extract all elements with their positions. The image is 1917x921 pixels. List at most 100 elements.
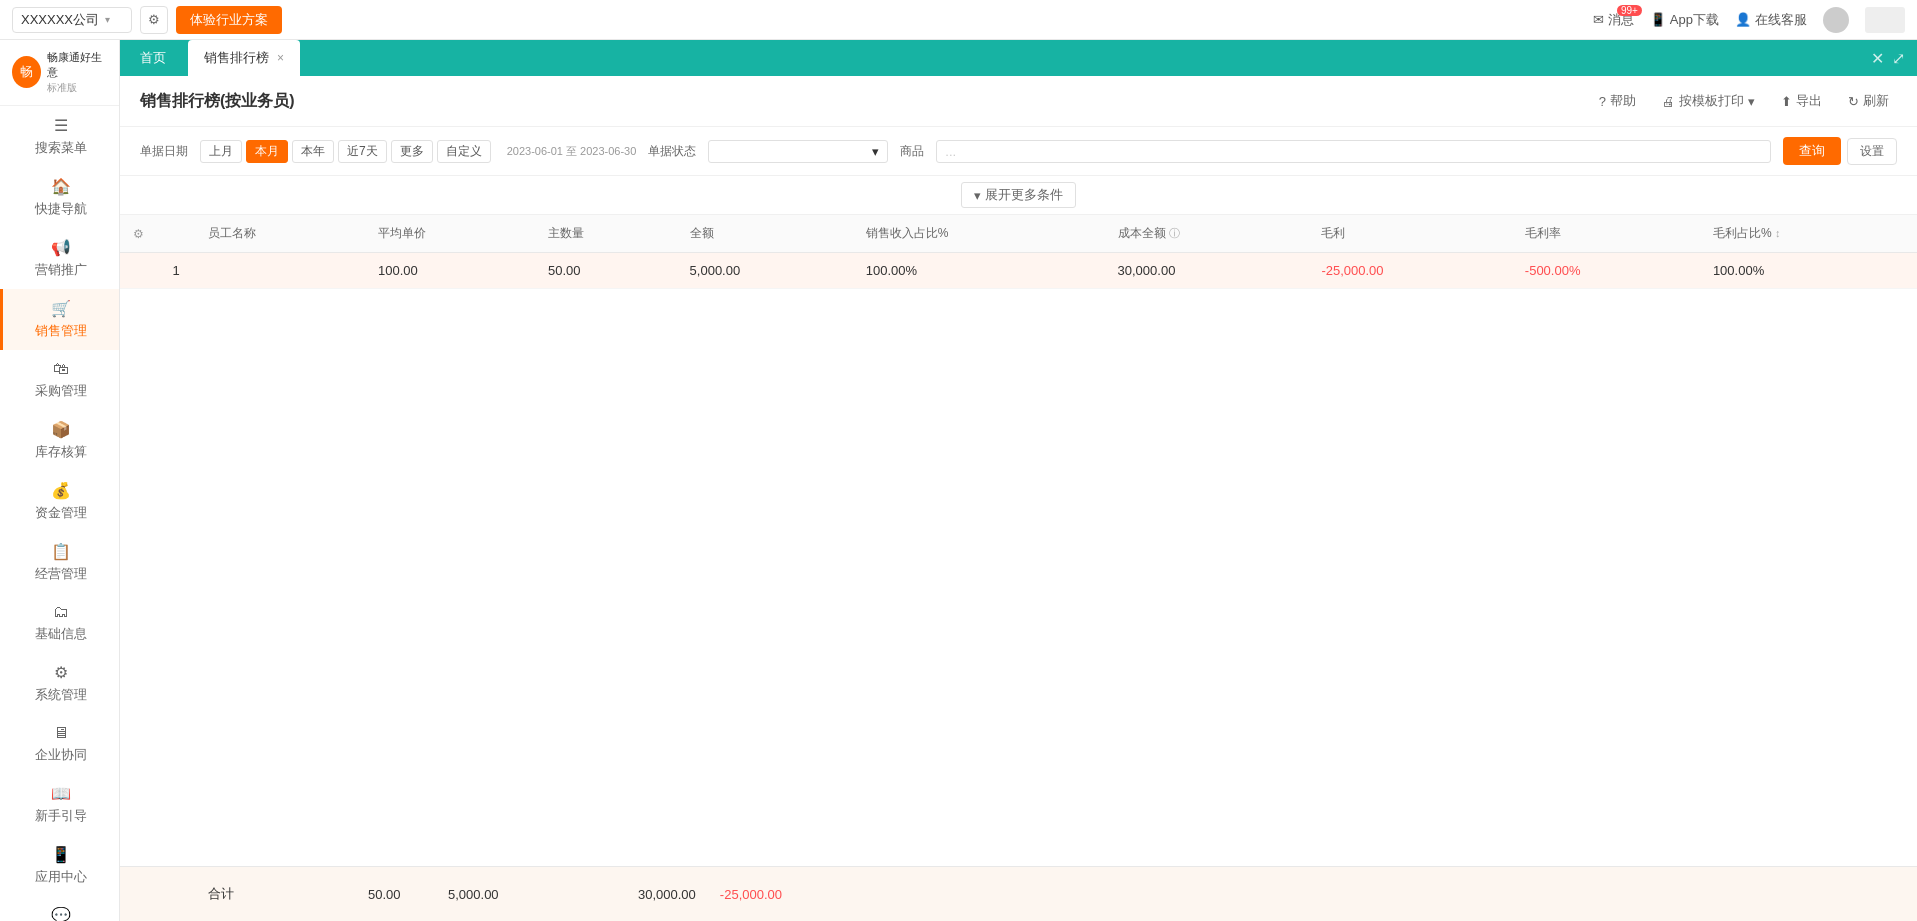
sidebar-item-企业协同[interactable]: 🖥 企业协同 <box>0 714 119 774</box>
cell-gross_pct: 100.00% <box>1701 253 1917 289</box>
sidebar-item-企业微信[interactable]: 💬 企业微信 <box>0 896 119 921</box>
online-service-button[interactable]: 👤 在线客服 <box>1735 11 1807 29</box>
table-row: 1100.0050.005,000.00100.00%30,000.00-25,… <box>120 253 1917 289</box>
date-btn-last-month[interactable]: 上月 <box>200 140 242 163</box>
gear-icon: ⚙ <box>148 12 160 27</box>
footer-cost: 30,000.00 <box>626 879 708 910</box>
sidebar-icon-3: 🛒 <box>51 299 71 318</box>
avatar-name[interactable] <box>1865 7 1905 33</box>
col-gross-rate: 毛利率 <box>1513 215 1701 253</box>
col-gross-pct: 毛利占比% ↕ <box>1701 215 1917 253</box>
export-button[interactable]: ⬆ 导出 <box>1773 88 1830 114</box>
footer-gross-rate <box>794 886 874 902</box>
date-btn-this-year[interactable]: 本年 <box>292 140 334 163</box>
company-selector[interactable]: XXXXXX公司 ▾ <box>12 7 132 33</box>
app-download-button[interactable]: 📱 App下载 <box>1650 11 1719 29</box>
table-container: ⚙ 员工名称 平均单价 主数量 全额 销售收入占比% 成本全额 ⓘ 毛利 毛利率 <box>120 215 1917 866</box>
sidebar-item-系统管理[interactable]: ⚙ 系统管理 <box>0 653 119 714</box>
sidebar-label-10: 企业协同 <box>35 746 87 764</box>
date-btn-this-month[interactable]: 本月 <box>246 140 288 163</box>
try-industry-button[interactable]: 体验行业方案 <box>176 6 282 34</box>
page-actions: ? 帮助 🖨 按模板打印 ▾ ⬆ 导出 ↻ 刷新 <box>1591 88 1897 114</box>
tab-close-icon[interactable]: × <box>277 51 284 65</box>
col-sales-pct: 销售收入占比% <box>854 215 1106 253</box>
sidebar-item-销售管理[interactable]: 🛒 销售管理 <box>0 289 119 350</box>
cell-gross_rate: -500.00% <box>1513 253 1701 289</box>
print-button[interactable]: 🖨 按模板打印 ▾ <box>1654 88 1763 114</box>
query-button[interactable]: 查询 <box>1783 137 1841 165</box>
sidebar-item-经营管理[interactable]: 📋 经营管理 <box>0 532 119 593</box>
footer-gross-pct <box>874 886 954 902</box>
refresh-icon: ↻ <box>1848 94 1859 109</box>
expand-label: 展开更多条件 <box>985 186 1063 204</box>
print-label: 按模板打印 <box>1679 92 1744 110</box>
logo-icon: 畅 <box>12 56 41 88</box>
avatar[interactable] <box>1823 7 1849 33</box>
chevron-down-icon: ▾ <box>105 14 110 25</box>
sidebar-label-4: 采购管理 <box>35 382 87 400</box>
gross-pct-info-icon: ↕ <box>1775 227 1781 239</box>
tab-bar: 首页 销售排行榜 × ✕ ⤢ <box>120 40 1917 76</box>
cost-info-icon: ⓘ <box>1169 227 1180 239</box>
sidebar-item-资金管理[interactable]: 💰 资金管理 <box>0 471 119 532</box>
print-icon: 🖨 <box>1662 94 1675 109</box>
sidebar-item-基础信息[interactable]: 🗂 基础信息 <box>0 593 119 653</box>
sidebar-item-应用中心[interactable]: 📱 应用中心 <box>0 835 119 896</box>
sidebar-label-9: 系统管理 <box>35 686 87 704</box>
sidebar-items: ☰ 搜索菜单 🏠 快捷导航 📢 营销推广 🛒 销售管理 🛍 采购管理 📦 库存核… <box>0 106 119 921</box>
cell-qty: 50.00 <box>536 253 678 289</box>
col-settings[interactable]: ⚙ <box>120 215 156 253</box>
sidebar-item-新手引导[interactable]: 📖 新手引导 <box>0 774 119 835</box>
refresh-button[interactable]: ↻ 刷新 <box>1840 88 1897 114</box>
sidebar-label-11: 新手引导 <box>35 807 87 825</box>
refresh-label: 刷新 <box>1863 92 1889 110</box>
goods-label: 商品 <box>900 143 924 160</box>
sidebar-item-营销推广[interactable]: 📢 营销推广 <box>0 228 119 289</box>
sidebar-label-7: 经营管理 <box>35 565 87 583</box>
export-icon: ⬆ <box>1781 94 1792 109</box>
sidebar-item-快捷导航[interactable]: 🏠 快捷导航 <box>0 167 119 228</box>
footer-rank-col <box>156 886 196 902</box>
goods-input[interactable]: ... <box>936 140 1771 163</box>
export-label: 导出 <box>1796 92 1822 110</box>
footer-gross: -25,000.00 <box>708 879 794 910</box>
sidebar-icon-2: 📢 <box>51 238 71 257</box>
sidebar-icon-0: ☰ <box>54 116 68 135</box>
tab-maximize-icon[interactable]: ⤢ <box>1892 49 1905 68</box>
sidebar-item-搜索菜单[interactable]: ☰ 搜索菜单 <box>0 106 119 167</box>
sidebar-label-12: 应用中心 <box>35 868 87 886</box>
date-range: 2023-06-01 至 2023-06-30 <box>507 144 637 159</box>
date-btn-7days[interactable]: 近7天 <box>338 140 387 163</box>
gear-button[interactable]: ⚙ <box>140 6 168 34</box>
top-bar: XXXXXX公司 ▾ ⚙ 体验行业方案 ✉ 消息 99+ 📱 App下载 👤 在… <box>0 0 1917 40</box>
message-badge: 99+ <box>1617 5 1642 16</box>
service-label: 在线客服 <box>1755 11 1807 29</box>
expand-conditions-button[interactable]: ▾ 展开更多条件 <box>961 182 1076 208</box>
tab-close-window-icon[interactable]: ✕ <box>1871 49 1884 68</box>
tab-sales-ranking[interactable]: 销售排行榜 × <box>188 40 300 76</box>
filter-bar: 单据日期 上月 本月 本年 近7天 更多 自定义 2023-06-01 至 20… <box>120 127 1917 176</box>
footer-sales-pct <box>516 886 626 902</box>
status-select[interactable]: ▾ <box>708 140 888 163</box>
filter-row: 单据日期 上月 本月 本年 近7天 更多 自定义 2023-06-01 至 20… <box>140 137 1897 165</box>
sidebar-label-5: 库存核算 <box>35 443 87 461</box>
sidebar-item-采购管理[interactable]: 🛍 采购管理 <box>0 350 119 410</box>
col-amount: 全额 <box>678 215 854 253</box>
footer-label: 合计 <box>196 877 276 911</box>
sidebar-label-1: 快捷导航 <box>35 200 87 218</box>
cell-amount: 5,000.00 <box>678 253 854 289</box>
tab-home[interactable]: 首页 <box>120 40 186 76</box>
message-button[interactable]: ✉ 消息 99+ <box>1593 11 1634 29</box>
sidebar-label-6: 资金管理 <box>35 504 87 522</box>
settings-button[interactable]: 设置 <box>1847 138 1897 165</box>
page-header: 销售排行榜(按业务员) ? 帮助 🖨 按模板打印 ▾ ⬆ 导出 <box>120 76 1917 127</box>
date-btn-more[interactable]: 更多 <box>391 140 433 163</box>
cell-cost: 30,000.00 <box>1106 253 1310 289</box>
sidebar-label-8: 基础信息 <box>35 625 87 643</box>
date-btn-custom[interactable]: 自定义 <box>437 140 491 163</box>
tab-label: 销售排行榜 <box>204 49 269 67</box>
help-button[interactable]: ? 帮助 <box>1591 88 1644 114</box>
sidebar-icon-12: 📱 <box>51 845 71 864</box>
sidebar-item-库存核算[interactable]: 📦 库存核算 <box>0 410 119 471</box>
goods-placeholder: ... <box>945 144 956 159</box>
